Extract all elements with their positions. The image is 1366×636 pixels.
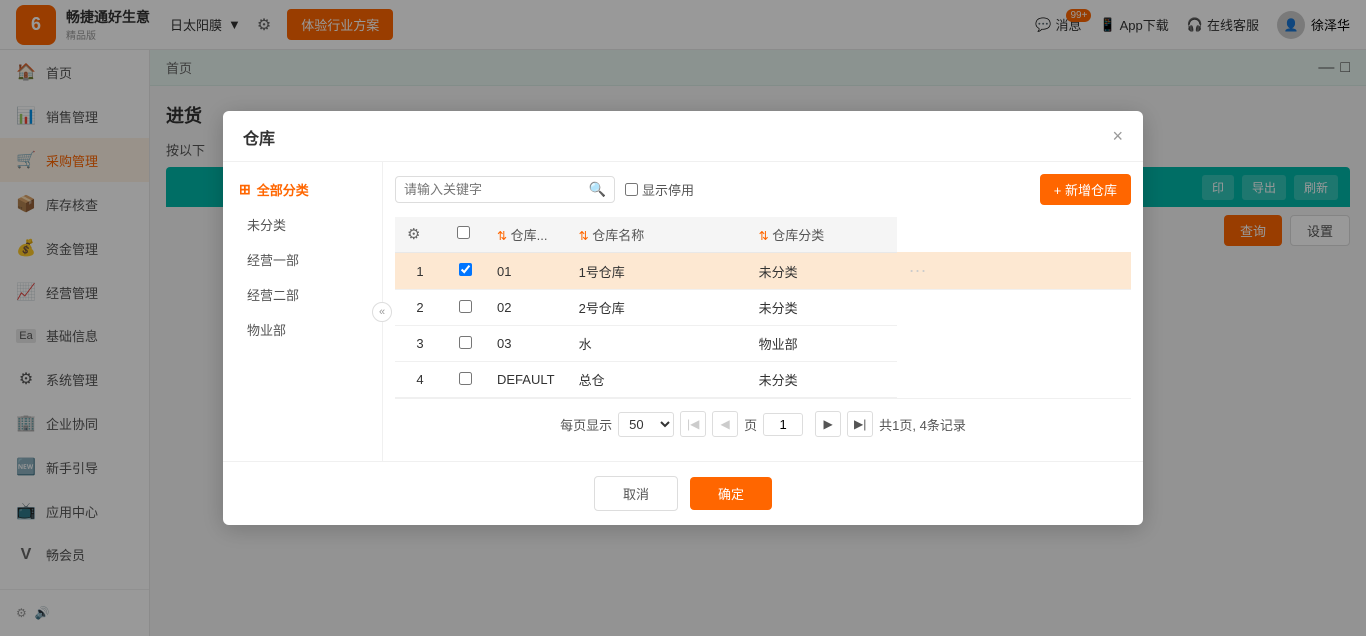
cell-category: 未分类: [747, 362, 897, 398]
row-checkbox[interactable]: [459, 263, 472, 276]
cell-name: 1号仓库: [567, 252, 747, 290]
category-all-label: 全部分类: [257, 180, 309, 199]
warehouse-modal: 仓库 × ⊞ 全部分类 未分类 经营一部 经营二部 物业部 «: [223, 111, 1143, 526]
page-number-input[interactable]: [763, 413, 803, 436]
confirm-button[interactable]: 确定: [690, 477, 772, 510]
cell-name: 总仓: [567, 362, 747, 398]
total-info: 共1页, 4条记录: [879, 415, 966, 434]
first-page-button[interactable]: |◀: [680, 411, 706, 437]
show-disabled-checkbox[interactable]: [625, 183, 638, 196]
search-box: 🔍: [395, 176, 615, 203]
cell-code: 02: [485, 290, 567, 326]
show-disabled-text: 显示停用: [642, 180, 694, 199]
sort-icon-name: ⇅: [579, 229, 589, 243]
th-name[interactable]: ⇅ 仓库名称: [567, 217, 747, 253]
per-page-select[interactable]: 50 100 200: [618, 412, 674, 437]
cell-num: 4: [395, 362, 445, 398]
table-row[interactable]: 2 02 2号仓库 未分类: [395, 290, 1131, 326]
cancel-button[interactable]: 取消: [594, 476, 678, 511]
show-disabled-label[interactable]: 显示停用: [625, 180, 694, 199]
table-body: 1 01 1号仓库 未分类 ··· 2 02 2号仓库 未分类 3 03 水 物…: [395, 252, 1131, 398]
table-row[interactable]: 3 03 水 物业部: [395, 326, 1131, 362]
cell-more[interactable]: ···: [897, 252, 1131, 290]
select-all-checkbox[interactable]: [457, 226, 470, 239]
th-check: [445, 217, 485, 253]
search-icon: 🔍: [589, 181, 606, 198]
table-area: 🔍 显示停用 + 新增仓库 ⚙: [383, 162, 1143, 462]
row-checkbox[interactable]: [459, 300, 472, 313]
row-checkbox[interactable]: [459, 372, 472, 385]
category-item-unclassified[interactable]: 未分类: [223, 207, 382, 242]
modal-body: ⊞ 全部分类 未分类 经营一部 经营二部 物业部 « 🔍: [223, 162, 1143, 462]
page-label: 页: [744, 415, 757, 434]
cell-num: 3: [395, 326, 445, 362]
search-input[interactable]: [404, 182, 589, 197]
th-code[interactable]: ⇅ 仓库...: [485, 217, 567, 253]
th-num: ⚙: [395, 217, 445, 253]
cell-check[interactable]: [445, 252, 485, 290]
th-category[interactable]: ⇅ 仓库分类: [747, 217, 897, 253]
modal-close-button[interactable]: ×: [1112, 126, 1123, 147]
row-checkbox[interactable]: [459, 336, 472, 349]
table-header: ⚙ ⇅ 仓库... ⇅ 仓库名称: [395, 217, 1131, 253]
cell-check[interactable]: [445, 326, 485, 362]
table-toolbar: 🔍 显示停用 + 新增仓库: [395, 174, 1131, 205]
more-button[interactable]: ···: [909, 260, 927, 280]
cell-code: DEFAULT: [485, 362, 567, 398]
cell-check[interactable]: [445, 290, 485, 326]
table-row[interactable]: 4 DEFAULT 总仓 未分类: [395, 362, 1131, 398]
cell-code: 01: [485, 252, 567, 290]
category-item-property[interactable]: 物业部: [223, 312, 382, 347]
cell-category: 未分类: [747, 290, 897, 326]
sort-icon: ⇅: [497, 229, 507, 243]
modal-overlay[interactable]: 仓库 × ⊞ 全部分类 未分类 经营一部 经营二部 物业部 «: [0, 0, 1366, 636]
sort-icon-cat: ⇅: [759, 229, 769, 243]
category-all[interactable]: ⊞ 全部分类: [223, 172, 382, 207]
add-warehouse-button[interactable]: + 新增仓库: [1040, 174, 1131, 205]
pagination: 每页显示 50 100 200 |◀ ◀ 页 ▶ ▶| 共1页, 4条记录: [395, 398, 1131, 449]
cell-code: 03: [485, 326, 567, 362]
category-item-ops1[interactable]: 经营一部: [223, 242, 382, 277]
next-page-button[interactable]: ▶: [815, 411, 841, 437]
cell-category: 物业部: [747, 326, 897, 362]
cell-category: 未分类: [747, 252, 897, 290]
cell-name: 水: [567, 326, 747, 362]
warehouse-table: ⚙ ⇅ 仓库... ⇅ 仓库名称: [395, 217, 1131, 399]
grid-icon: ⊞: [239, 181, 251, 198]
category-sidebar: ⊞ 全部分类 未分类 经营一部 经营二部 物业部 «: [223, 162, 383, 462]
per-page-label: 每页显示: [560, 415, 612, 434]
cell-check[interactable]: [445, 362, 485, 398]
last-page-button[interactable]: ▶|: [847, 411, 873, 437]
modal-title: 仓库: [243, 125, 275, 149]
table-row[interactable]: 1 01 1号仓库 未分类 ···: [395, 252, 1131, 290]
modal-footer: 取消 确定: [223, 461, 1143, 525]
prev-page-button[interactable]: ◀: [712, 411, 738, 437]
cell-num: 2: [395, 290, 445, 326]
gear-col-icon[interactable]: ⚙: [407, 226, 420, 243]
modal-header: 仓库 ×: [223, 111, 1143, 162]
sidebar-collapse-button[interactable]: «: [372, 302, 392, 322]
cell-num: 1: [395, 252, 445, 290]
cell-name: 2号仓库: [567, 290, 747, 326]
category-item-ops2[interactable]: 经营二部: [223, 277, 382, 312]
